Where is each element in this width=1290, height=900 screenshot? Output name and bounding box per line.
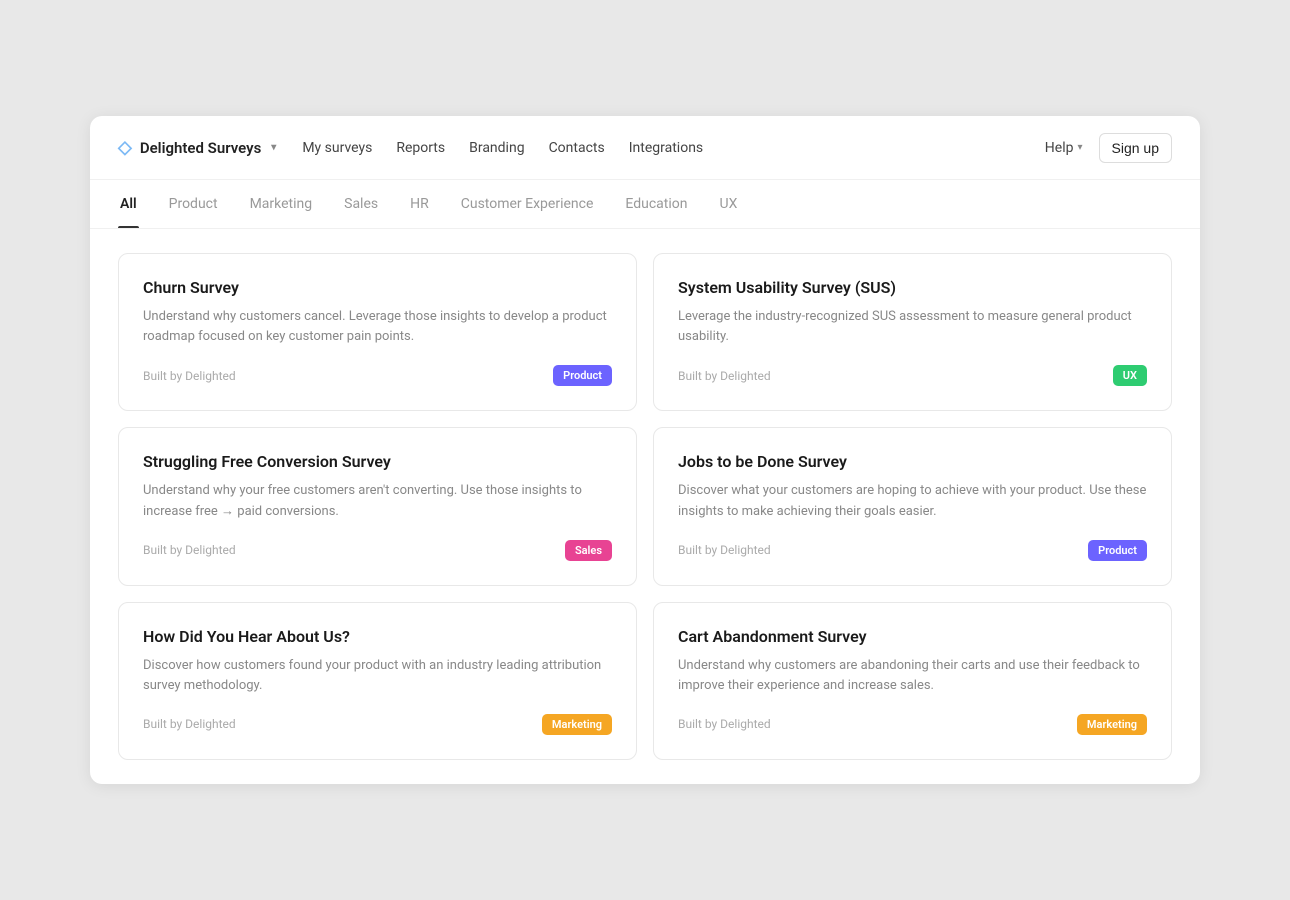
survey-tag: Marketing xyxy=(1077,714,1147,735)
survey-tag: Product xyxy=(553,365,612,386)
tab-marketing[interactable]: Marketing xyxy=(248,180,315,228)
built-by-label: Built by Delighted xyxy=(143,369,236,383)
help-button[interactable]: Help ▾ xyxy=(1045,140,1083,156)
navbar-links: My surveys Reports Branding Contacts Int… xyxy=(300,136,1020,160)
app-container: ◇ Delighted Surveys ▾ My surveys Reports… xyxy=(90,116,1200,784)
survey-footer: Built by Delighted UX xyxy=(678,365,1147,386)
nav-reports[interactable]: Reports xyxy=(394,136,447,160)
survey-desc: Discover how customers found your produc… xyxy=(143,656,612,696)
built-by-label: Built by Delighted xyxy=(143,543,236,557)
tab-ux[interactable]: UX xyxy=(717,180,739,228)
tab-product[interactable]: Product xyxy=(167,180,220,228)
survey-footer: Built by Delighted Marketing xyxy=(143,714,612,735)
brand-icon: ◇ xyxy=(118,137,132,158)
help-label: Help xyxy=(1045,140,1074,156)
brand-name: Delighted Surveys xyxy=(140,139,261,157)
tab-sales[interactable]: Sales xyxy=(342,180,380,228)
survey-footer: Built by Delighted Marketing xyxy=(678,714,1147,735)
built-by-label: Built by Delighted xyxy=(678,369,771,383)
survey-footer: Built by Delighted Sales xyxy=(143,540,612,561)
survey-tag: UX xyxy=(1113,365,1147,386)
tab-education[interactable]: Education xyxy=(623,180,689,228)
tab-hr[interactable]: HR xyxy=(408,180,431,228)
survey-grid: Churn Survey Understand why customers ca… xyxy=(90,229,1200,784)
survey-footer: Built by Delighted Product xyxy=(143,365,612,386)
signup-button[interactable]: Sign up xyxy=(1099,133,1172,163)
survey-title: How Did You Hear About Us? xyxy=(143,627,612,646)
survey-tag: Sales xyxy=(565,540,612,561)
survey-desc: Understand why customers are abandoning … xyxy=(678,656,1147,696)
help-chevron-icon: ▾ xyxy=(1077,142,1082,153)
built-by-label: Built by Delighted xyxy=(678,543,771,557)
built-by-label: Built by Delighted xyxy=(143,717,236,731)
survey-card[interactable]: Struggling Free Conversion Survey Unders… xyxy=(118,427,637,585)
brand-chevron-icon: ▾ xyxy=(271,142,276,153)
survey-tag: Product xyxy=(1088,540,1147,561)
nav-my-surveys[interactable]: My surveys xyxy=(300,136,374,160)
survey-tag: Marketing xyxy=(542,714,612,735)
nav-contacts[interactable]: Contacts xyxy=(547,136,607,160)
nav-integrations[interactable]: Integrations xyxy=(627,136,705,160)
survey-card[interactable]: System Usability Survey (SUS) Leverage t… xyxy=(653,253,1172,411)
tab-cx[interactable]: Customer Experience xyxy=(459,180,596,228)
survey-card[interactable]: How Did You Hear About Us? Discover how … xyxy=(118,602,637,760)
survey-title: Struggling Free Conversion Survey xyxy=(143,452,612,471)
survey-desc: Understand why your free customers aren'… xyxy=(143,481,612,521)
navbar-right: Help ▾ Sign up xyxy=(1045,133,1172,163)
tabs-bar: All Product Marketing Sales HR Customer … xyxy=(90,180,1200,229)
survey-title: System Usability Survey (SUS) xyxy=(678,278,1147,297)
survey-desc: Understand why customers cancel. Leverag… xyxy=(143,307,612,347)
survey-title: Cart Abandonment Survey xyxy=(678,627,1147,646)
survey-desc: Discover what your customers are hoping … xyxy=(678,481,1147,521)
built-by-label: Built by Delighted xyxy=(678,717,771,731)
survey-title: Jobs to be Done Survey xyxy=(678,452,1147,471)
brand[interactable]: ◇ Delighted Surveys ▾ xyxy=(118,137,276,158)
tab-all[interactable]: All xyxy=(118,180,139,228)
survey-card[interactable]: Cart Abandonment Survey Understand why c… xyxy=(653,602,1172,760)
nav-branding[interactable]: Branding xyxy=(467,136,526,160)
survey-card[interactable]: Jobs to be Done Survey Discover what you… xyxy=(653,427,1172,585)
survey-footer: Built by Delighted Product xyxy=(678,540,1147,561)
navbar: ◇ Delighted Surveys ▾ My surveys Reports… xyxy=(90,116,1200,180)
survey-card[interactable]: Churn Survey Understand why customers ca… xyxy=(118,253,637,411)
survey-title: Churn Survey xyxy=(143,278,612,297)
survey-desc: Leverage the industry-recognized SUS ass… xyxy=(678,307,1147,347)
